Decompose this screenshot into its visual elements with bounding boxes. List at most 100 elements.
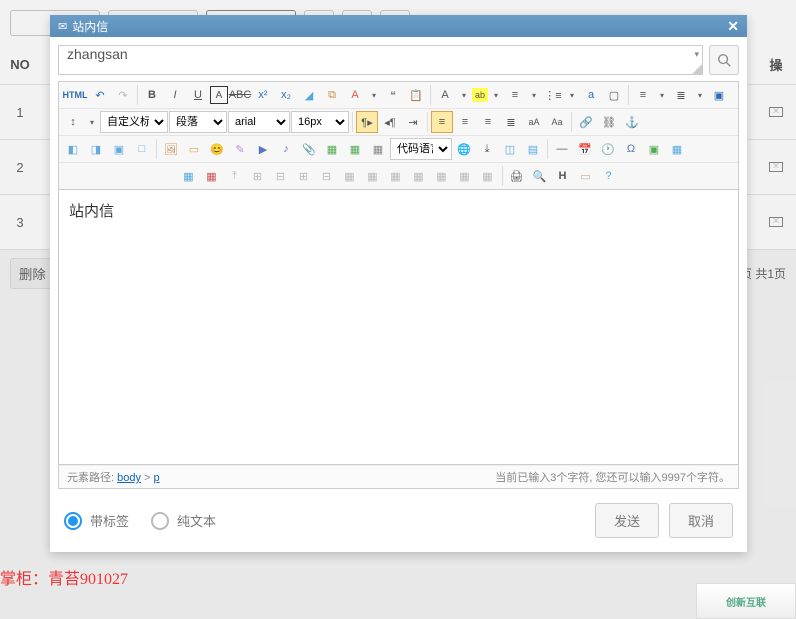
subscript-button[interactable]: x₂ — [275, 84, 297, 106]
path-p-link[interactable]: p — [154, 472, 160, 484]
insert-col-button[interactable]: ⊞ — [293, 165, 315, 187]
anchor-button[interactable]: ⚓ — [621, 111, 643, 133]
insert-frame-button[interactable]: ▭ — [183, 138, 205, 160]
pasteplain-button[interactable]: 📋 — [405, 84, 427, 106]
insert-row-button[interactable]: ⊞ — [247, 165, 269, 187]
blockquote-button[interactable]: ❝ — [382, 84, 404, 106]
snapscreen-button[interactable]: ▣ — [643, 138, 665, 160]
drafts-button[interactable]: ▭ — [575, 165, 597, 187]
split-rows-button[interactable]: ▦ — [431, 165, 453, 187]
modal-title-text: 站内信 — [72, 18, 108, 35]
insert-image-button[interactable]: 🖼 — [160, 138, 182, 160]
font-family-select[interactable]: arial — [228, 111, 290, 133]
close-icon[interactable]: ✕ — [727, 18, 739, 35]
align-center-button[interactable]: ≡ — [454, 111, 476, 133]
background-button[interactable]: ▤ — [522, 138, 544, 160]
rowspacing-button[interactable]: ≡ — [632, 84, 654, 106]
cancel-button[interactable]: 取消 — [669, 503, 733, 538]
font-border-button[interactable]: A — [210, 86, 228, 104]
fullscreen-button[interactable]: ▣ — [708, 84, 730, 106]
link-button[interactable]: 🔗 — [575, 111, 597, 133]
selectall-button[interactable]: a — [580, 84, 602, 106]
preview-button[interactable]: 🔍 — [529, 165, 551, 187]
img-none-button[interactable]: □ — [131, 138, 153, 160]
date-button[interactable]: 📅 — [574, 138, 596, 160]
rtl-button[interactable]: ◂¶ — [379, 111, 401, 133]
dropdown-arrow-icon[interactable]: ▾ — [694, 49, 699, 60]
send-button[interactable]: 发送 — [595, 503, 659, 538]
recipient-input[interactable]: zhangsan ▾ — [58, 45, 703, 75]
lineheight-top-button[interactable]: ↕ — [62, 111, 84, 133]
merge-cells-button[interactable]: ▦ — [339, 165, 361, 187]
pagebreak-button[interactable]: ⤓ — [476, 138, 498, 160]
scrawl-button[interactable]: ✎ — [229, 138, 251, 160]
radio-tagged[interactable] — [64, 512, 82, 530]
wordimage-button[interactable]: ▦ — [666, 138, 688, 160]
search-replace-button[interactable]: H — [552, 165, 574, 187]
split-cols-button[interactable]: ▦ — [454, 165, 476, 187]
format-brush-button[interactable]: ⧉ — [321, 84, 343, 106]
music-button[interactable]: ♪ — [275, 138, 297, 160]
unordered-list-button[interactable]: ⋮≡ — [542, 84, 564, 106]
indent-button[interactable]: ⇥ — [402, 111, 424, 133]
italic-button[interactable]: I — [164, 84, 186, 106]
insert-code-button[interactable]: ▦ — [367, 138, 389, 160]
html-source-button[interactable]: HTML — [62, 84, 88, 106]
insert-para-before-button[interactable]: ⤒ — [224, 165, 246, 187]
template-button[interactable]: ◫ — [499, 138, 521, 160]
delete-col-button[interactable]: ⊟ — [316, 165, 338, 187]
split-cells-button[interactable]: ▦ — [408, 165, 430, 187]
map-button[interactable]: ▦ — [321, 138, 343, 160]
align-left-button[interactable]: ≡ — [431, 111, 453, 133]
code-language-select[interactable]: 代码语言 — [390, 138, 452, 160]
hr-button[interactable]: — — [551, 138, 573, 160]
img-left-button[interactable]: ◧ — [62, 138, 84, 160]
backcolor-button[interactable]: ab — [472, 88, 488, 102]
charts-button[interactable]: ▦ — [477, 165, 499, 187]
font-size-select[interactable]: 16px — [291, 111, 349, 133]
path-body-link[interactable]: body — [117, 472, 141, 484]
forecolor-dropdown[interactable]: ▾ — [367, 91, 381, 100]
emoji-button[interactable]: 😊 — [206, 138, 228, 160]
underline-button[interactable]: U — [187, 84, 209, 106]
fontfamily-button[interactable]: A — [434, 84, 456, 106]
undo-button[interactable]: ↶ — [89, 84, 111, 106]
char-count: 当前已输入3个字符, 您还可以输入9997个字符。 — [495, 469, 730, 485]
help-button[interactable]: ? — [598, 165, 620, 187]
align-right-button[interactable]: ≡ — [477, 111, 499, 133]
ordered-list-button[interactable]: ≡ — [504, 84, 526, 106]
strikethrough-button[interactable]: ABC — [229, 84, 251, 106]
video-button[interactable]: ▶ — [252, 138, 274, 160]
table-button[interactable]: ▦ — [178, 165, 200, 187]
delete-table-button[interactable]: ▦ — [201, 165, 223, 187]
align-justify-button[interactable]: ≣ — [500, 111, 522, 133]
eraser-button[interactable]: ◢ — [298, 84, 320, 106]
tolowercase-button[interactable]: Aa — [546, 111, 568, 133]
special-char-button[interactable]: Ω — [620, 138, 642, 160]
touppercase-button[interactable]: aA — [523, 111, 545, 133]
radio-plain[interactable] — [151, 512, 169, 530]
merge-right-button[interactable]: ▦ — [362, 165, 384, 187]
webapp-button[interactable]: 🌐 — [453, 138, 475, 160]
img-center-button[interactable]: ▣ — [108, 138, 130, 160]
ltr-button[interactable]: ¶▸ — [356, 111, 378, 133]
bold-button[interactable]: B — [141, 84, 163, 106]
merge-down-button[interactable]: ▦ — [385, 165, 407, 187]
paragraph-select[interactable]: 段落 — [169, 111, 227, 133]
print-button[interactable]: 🖨 — [506, 165, 528, 187]
gmap-button[interactable]: ▦ — [344, 138, 366, 160]
delete-row-button[interactable]: ⊟ — [270, 165, 292, 187]
superscript-button[interactable]: x² — [252, 84, 274, 106]
editor-content[interactable]: 站内信 — [58, 190, 739, 465]
search-button[interactable] — [709, 45, 739, 75]
forecolor-button[interactable]: A — [344, 84, 366, 106]
time-button[interactable]: 🕐 — [597, 138, 619, 160]
cleardoc-button[interactable]: ▢ — [603, 84, 625, 106]
attachment-button[interactable]: 📎 — [298, 138, 320, 160]
lineheight-button[interactable]: ≣ — [670, 84, 692, 106]
img-right-button[interactable]: ◨ — [85, 138, 107, 160]
custom-style-select[interactable]: 自定义标题 — [100, 111, 168, 133]
redo-button[interactable]: ↷ — [112, 84, 134, 106]
owner-label: 掌柜：青苔901027 — [0, 565, 128, 589]
unlink-button[interactable]: ⛓ — [598, 111, 620, 133]
